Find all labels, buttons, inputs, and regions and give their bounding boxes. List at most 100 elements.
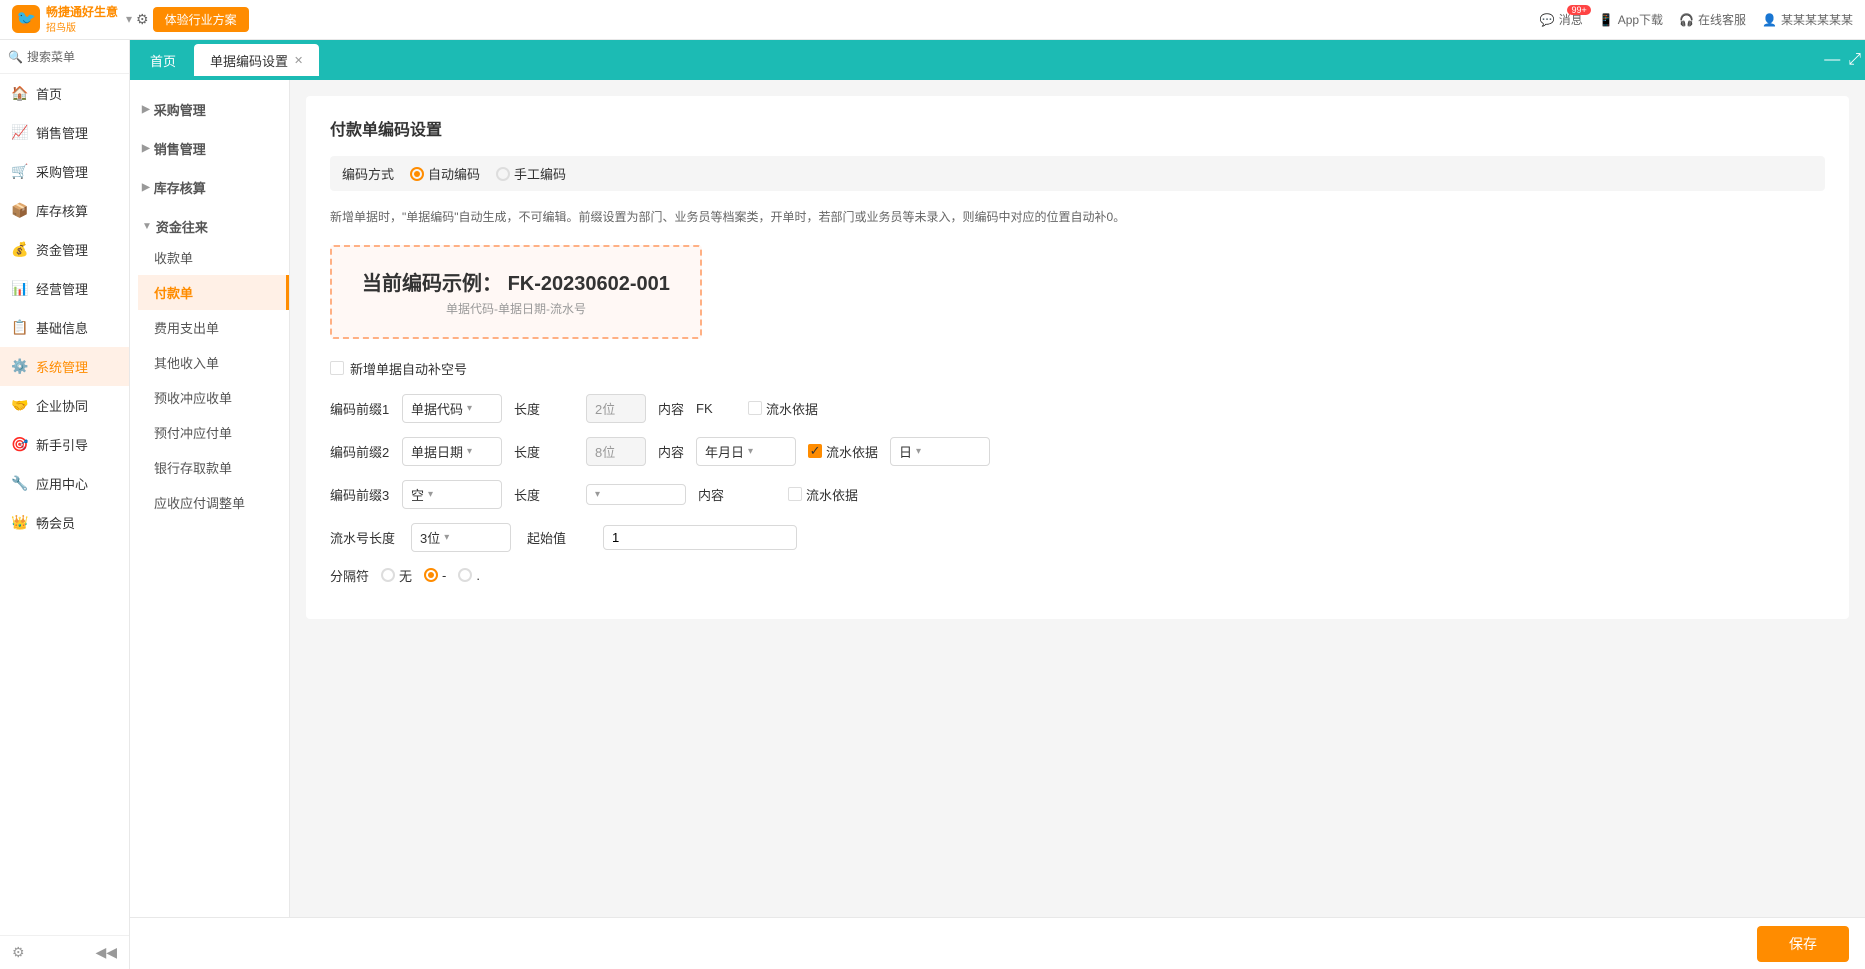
submenu-group-sales: ▶ 销售管理	[130, 127, 289, 166]
auto-fill-checkbox[interactable]	[330, 361, 344, 375]
auto-code-radio-circle	[410, 167, 424, 181]
enterprise-icon: 🤝	[12, 398, 28, 414]
nav-dropdown-icon[interactable]: ▾	[126, 12, 132, 26]
prefix1-serial-check-row: 流水依据	[748, 399, 818, 418]
sidebar-label-purchase: 采购管理	[36, 162, 88, 181]
trial-button[interactable]: 体验行业方案	[153, 7, 249, 32]
message-badge: 99+	[1567, 5, 1590, 15]
sidebar-item-enterprise[interactable]: 🤝 企业协同	[0, 386, 129, 425]
prefix2-label: 编码前缀2	[330, 442, 390, 461]
tab-home[interactable]: 首页	[134, 44, 192, 76]
message-button[interactable]: 💬 消息 99+	[1540, 11, 1583, 28]
code-preview-sub: 单据代码-单据日期-流水号	[362, 300, 670, 317]
sidebar-label-home: 首页	[36, 84, 62, 103]
submenu-header-capital[interactable]: ▼ 资金往来	[130, 209, 289, 240]
sep-none-radio[interactable]: 无	[381, 566, 412, 585]
auto-code-radio[interactable]: 自动编码	[410, 164, 480, 183]
prefix3-length-select[interactable]: ▾	[586, 484, 686, 505]
sep-none-label: 无	[399, 566, 412, 585]
prefix1-content-value: FK	[696, 401, 736, 416]
tab-expand-icon[interactable]: ⤢	[1848, 51, 1861, 69]
main-sidebar: 🔍 搜索菜单 🏠 首页 📈 销售管理 🛒 采购管理 📦 库存核算 💰 资金管理 …	[0, 40, 130, 969]
form-title: 付款单编码设置	[330, 116, 1825, 140]
content-area: 首页 单据编码设置 ✕ — ⤢ ▶ 采购管理	[130, 40, 1865, 969]
collapse-icon[interactable]: ◀◀	[95, 944, 117, 961]
submenu-header-purchase[interactable]: ▶ 采购管理	[130, 92, 289, 123]
submenu-item-pre-receivable[interactable]: 预收冲应收单	[138, 380, 289, 415]
sidebar-item-home[interactable]: 🏠 首页	[0, 74, 129, 113]
arrow-right-icon: ▶	[142, 104, 150, 115]
prefix2-content-select[interactable]: 年月日 ▾	[696, 437, 796, 466]
sidebar-item-basic[interactable]: 📋 基础信息	[0, 308, 129, 347]
sidebar-item-guide[interactable]: 🎯 新手引导	[0, 425, 129, 464]
prefix3-select[interactable]: 空 ▾	[402, 480, 502, 509]
user-avatar[interactable]: 👤 某某某某某某	[1762, 11, 1853, 28]
prefix3-serial-checkbox[interactable]	[788, 487, 802, 501]
submenu-group-capital: ▼ 资金往来 收款单 付款单 费用支出单	[130, 205, 289, 524]
prefix1-arrow-icon: ▾	[467, 403, 472, 414]
tab-actions: — ⤢	[1824, 51, 1861, 69]
preview-code: FK-20230602-001	[508, 273, 670, 295]
sidebar-item-appcenter[interactable]: 🔧 应用中心	[0, 464, 129, 503]
sidebar-item-purchase[interactable]: 🛒 采购管理	[0, 152, 129, 191]
search-menu[interactable]: 🔍 搜索菜单	[0, 40, 129, 74]
serial-length-select[interactable]: 3位 ▾	[411, 523, 511, 552]
submenu-item-pre-payable[interactable]: 预付冲应付单	[138, 415, 289, 450]
serial-length-value: 3位	[420, 528, 440, 547]
save-button[interactable]: 保存	[1757, 926, 1849, 962]
prefix3-serial-check-row: 流水依据	[788, 485, 858, 504]
sidebar-item-member[interactable]: 👑 畅会员	[0, 503, 129, 542]
submenu-item-receipt[interactable]: 收款单	[138, 240, 289, 275]
user-icon: 👤	[1762, 13, 1777, 27]
sep-dash-label: -	[442, 568, 446, 583]
app-download-button[interactable]: 📱 App下载	[1599, 11, 1663, 28]
prefix-row-2: 编码前缀2 单据日期 ▾ 长度 8位 内容 年月日 ▾	[330, 437, 1825, 466]
gear-icon[interactable]: ⚙	[136, 11, 149, 28]
prefix-row-1: 编码前缀1 单据代码 ▾ 长度 2位 内容 FK 流水依	[330, 394, 1825, 423]
submenu-header-sales[interactable]: ▶ 销售管理	[130, 131, 289, 162]
sidebar-item-inventory[interactable]: 📦 库存核算	[0, 191, 129, 230]
serial-row: 流水号长度 3位 ▾ 起始值	[330, 523, 1825, 552]
manual-code-radio-circle	[496, 167, 510, 181]
top-bar-left: 🐦 畅捷通好生意 招鸟版 ▾ ⚙ 体验行业方案	[12, 5, 249, 34]
sidebar-item-operation[interactable]: 📊 经营管理	[0, 269, 129, 308]
start-value-input[interactable]	[603, 525, 797, 550]
prefix1-label: 编码前缀1	[330, 399, 390, 418]
tab-close-icon[interactable]: ✕	[294, 54, 303, 67]
coding-method-row: 编码方式 自动编码 手工编码	[330, 156, 1825, 191]
online-service-button[interactable]: 🎧 在线客服	[1679, 11, 1746, 28]
system-icon: ⚙️	[12, 359, 28, 375]
prefix2-day-select[interactable]: 日 ▾	[890, 437, 990, 466]
guide-icon: 🎯	[12, 437, 28, 453]
submenu-item-bank-deposit[interactable]: 银行存取款单	[138, 450, 289, 485]
submenu-item-ap-adjust[interactable]: 应收应付调整单	[138, 485, 289, 520]
sidebar-item-system[interactable]: ⚙️ 系统管理	[0, 347, 129, 386]
tab-minimize-icon[interactable]: —	[1824, 51, 1840, 69]
sidebar-item-sales[interactable]: 📈 销售管理	[0, 113, 129, 152]
top-bar-nav: ▾ ⚙ 体验行业方案	[126, 7, 249, 32]
operation-icon: 📊	[12, 281, 28, 297]
submenu-item-payment[interactable]: 付款单	[138, 275, 289, 310]
submenu-header-inventory[interactable]: ▶ 库存核算	[130, 170, 289, 201]
prefix3-length-arrow-icon: ▾	[595, 489, 600, 500]
sep-dash-radio[interactable]: -	[424, 568, 446, 583]
submenu-item-payment-label: 付款单	[154, 283, 193, 302]
submenu-item-other-income[interactable]: 其他收入单	[138, 345, 289, 380]
sub-layout: ▶ 采购管理 ▶ 销售管理 ▶ 库存核算	[130, 80, 1865, 917]
prefix1-serial-label: 流水依据	[766, 399, 818, 418]
settings-icon[interactable]: ⚙	[12, 944, 25, 961]
prefix3-content-label: 内容	[698, 485, 724, 504]
sidebar-item-finance[interactable]: 💰 资金管理	[0, 230, 129, 269]
submenu-item-pre-payable-label: 预付冲应付单	[154, 423, 232, 442]
prefix1-select[interactable]: 单据代码 ▾	[402, 394, 502, 423]
manual-code-radio[interactable]: 手工编码	[496, 164, 566, 183]
prefix2-select[interactable]: 单据日期 ▾	[402, 437, 502, 466]
sep-dot-radio[interactable]: .	[458, 568, 480, 583]
prefix2-serial-checkbox[interactable]: ✓	[808, 444, 822, 458]
prefix1-serial-checkbox[interactable]	[748, 401, 762, 415]
submenu-item-expense[interactable]: 费用支出单	[138, 310, 289, 345]
tab-coding[interactable]: 单据编码设置 ✕	[194, 44, 319, 76]
sidebar-bottom: ⚙ ◀◀	[0, 935, 129, 969]
company-name: 畅捷通好生意	[46, 5, 118, 19]
prefix3-arrow-icon: ▾	[428, 489, 433, 500]
